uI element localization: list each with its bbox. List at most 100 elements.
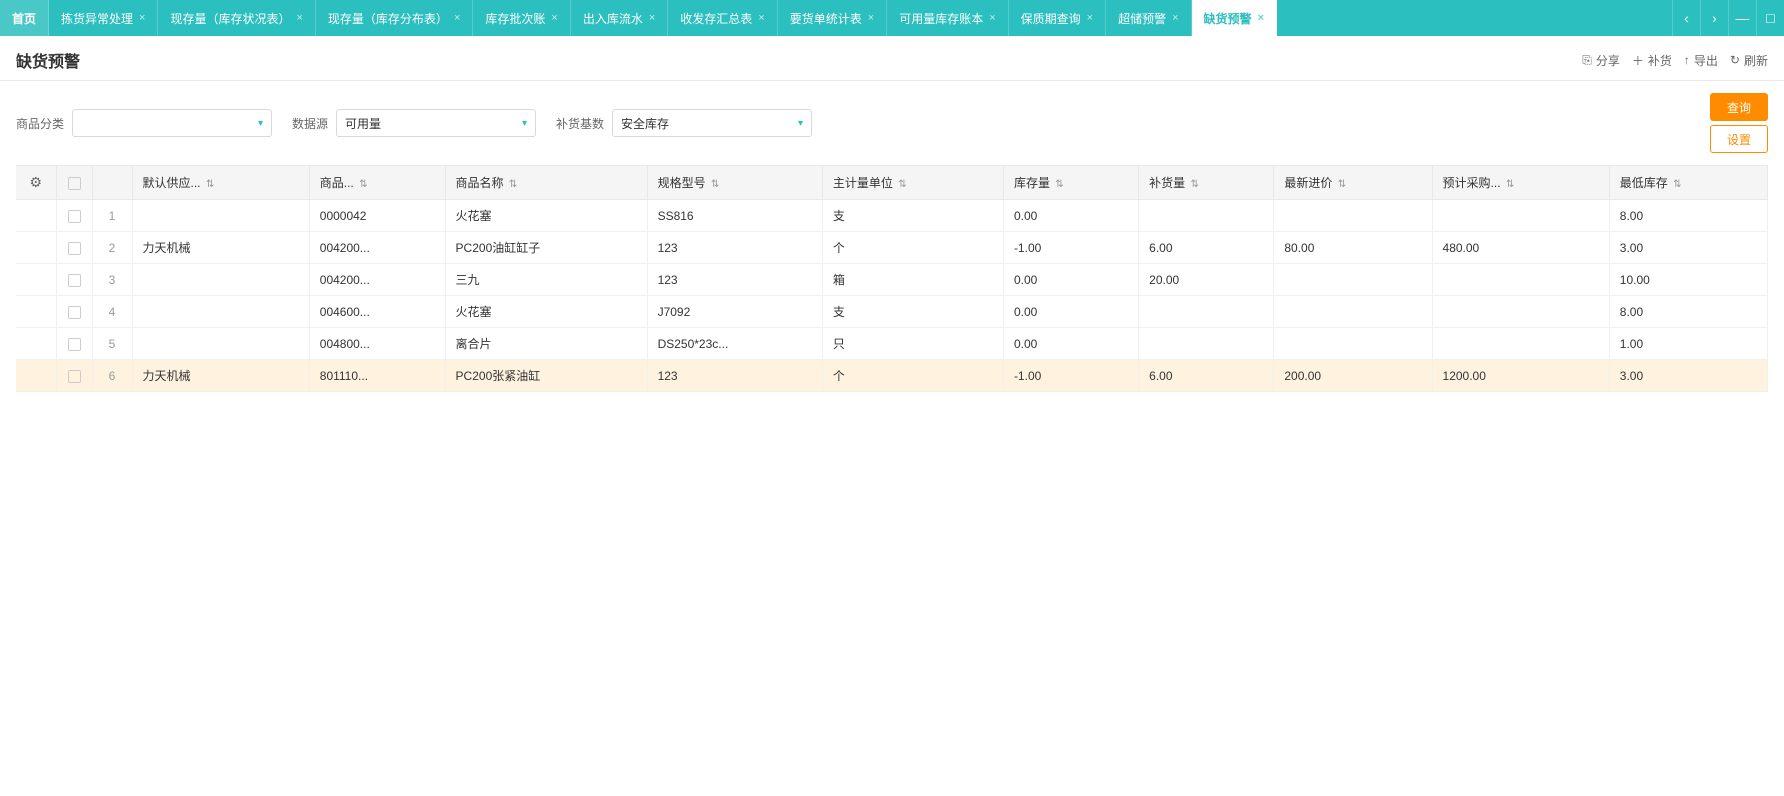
row-settings bbox=[16, 328, 56, 360]
col-header-supplier[interactable]: 默认供应... ⇅ bbox=[132, 166, 309, 200]
datasource-select[interactable]: 可用量 ▾ bbox=[336, 109, 536, 137]
row-stock: 0.00 bbox=[1003, 328, 1138, 360]
select-all-checkbox[interactable] bbox=[68, 177, 81, 190]
datasource-filter-group: 数据源 可用量 ▾ bbox=[292, 109, 536, 137]
row-checkbox[interactable] bbox=[56, 328, 92, 360]
tab-picking[interactable]: 拣货异常处理 × bbox=[49, 0, 158, 36]
row-latest-price bbox=[1274, 264, 1432, 296]
row-product-name: 离合片 bbox=[445, 328, 647, 360]
tab-next-button[interactable]: › bbox=[1700, 0, 1728, 36]
col-header-est-purchase[interactable]: 预计采购... ⇅ bbox=[1432, 166, 1609, 200]
export-button[interactable]: ↑ 导出 bbox=[1684, 52, 1718, 69]
close-tab-order-stats[interactable]: × bbox=[868, 12, 874, 24]
supplement-button[interactable]: ＋ 补货 bbox=[1632, 52, 1672, 69]
base-label: 补货基数 bbox=[556, 115, 604, 132]
table-row[interactable]: 2 力天机械 004200... PC200油缸缸子 123 个 -1.00 6… bbox=[16, 232, 1768, 264]
row-supplier bbox=[132, 200, 309, 232]
base-select[interactable]: 安全库存 ▾ bbox=[612, 109, 812, 137]
tab-available[interactable]: 可用量库存账本 × bbox=[887, 0, 1008, 36]
close-tab-inout[interactable]: × bbox=[649, 12, 655, 24]
table-row[interactable]: 6 力天机械 801110... PC200张紧油缸 123 个 -1.00 6… bbox=[16, 360, 1768, 392]
row-checkbox[interactable] bbox=[56, 360, 92, 392]
tab-home[interactable]: 首页 bbox=[0, 0, 49, 36]
settings-button[interactable]: 设置 bbox=[1710, 125, 1768, 153]
sort-est-icon: ⇅ bbox=[1506, 179, 1514, 190]
col-header-stock[interactable]: 库存量 ⇅ bbox=[1003, 166, 1138, 200]
col-header-product-name[interactable]: 商品名称 ⇅ bbox=[445, 166, 647, 200]
row-supplement: 6.00 bbox=[1139, 232, 1274, 264]
share-button[interactable]: ⎘ 分享 bbox=[1582, 52, 1620, 69]
datasource-value: 可用量 bbox=[345, 115, 381, 132]
row-est-purchase: 1200.00 bbox=[1432, 360, 1609, 392]
supplement-icon: ＋ bbox=[1632, 52, 1644, 69]
category-filter-group: 商品分类 ▾ bbox=[16, 109, 272, 137]
tab-overstock[interactable]: 超储预警 × bbox=[1106, 0, 1191, 36]
row-settings bbox=[16, 232, 56, 264]
tab-minimize-button[interactable]: — bbox=[1728, 0, 1756, 36]
row-unit: 个 bbox=[822, 360, 1003, 392]
row-product-code: 004600... bbox=[309, 296, 445, 328]
sort-price-icon: ⇅ bbox=[1338, 179, 1346, 190]
row-product-code: 004800... bbox=[309, 328, 445, 360]
row-min-stock: 10.00 bbox=[1609, 264, 1767, 296]
row-product-name: PC200张紧油缸 bbox=[445, 360, 647, 392]
row-spec: 123 bbox=[647, 232, 822, 264]
tab-expiry[interactable]: 保质期查询 × bbox=[1009, 0, 1106, 36]
row-min-stock: 1.00 bbox=[1609, 328, 1767, 360]
close-tab-inv-status[interactable]: × bbox=[296, 12, 302, 24]
col-header-min-stock[interactable]: 最低库存 ⇅ bbox=[1609, 166, 1767, 200]
tab-inventory-dist[interactable]: 现存量（库存分布表） × bbox=[316, 0, 473, 36]
col-header-unit[interactable]: 主计量单位 ⇅ bbox=[822, 166, 1003, 200]
close-tab-shortage[interactable]: × bbox=[1258, 12, 1264, 24]
close-tab-inv-dist[interactable]: × bbox=[454, 12, 460, 24]
table-row[interactable]: 4 004600... 火花塞 J7092 支 0.00 8.00 bbox=[16, 296, 1768, 328]
row-settings bbox=[16, 296, 56, 328]
col-header-spec[interactable]: 规格型号 ⇅ bbox=[647, 166, 822, 200]
query-button[interactable]: 查询 bbox=[1710, 93, 1768, 121]
tab-shortage[interactable]: 缺货预警 × bbox=[1192, 0, 1277, 36]
close-tab-expiry[interactable]: × bbox=[1087, 12, 1093, 24]
row-checkbox[interactable] bbox=[56, 296, 92, 328]
data-table: ⚙ 默认供应... ⇅ 商品... ⇅ 商品名称 bbox=[16, 165, 1768, 392]
table-row[interactable]: 3 004200... 三九 123 箱 0.00 20.00 10.00 bbox=[16, 264, 1768, 296]
table-row[interactable]: 1 0000042 火花塞 SS816 支 0.00 8.00 bbox=[16, 200, 1768, 232]
close-tab-available[interactable]: × bbox=[989, 12, 995, 24]
refresh-button[interactable]: ↻ 刷新 bbox=[1730, 52, 1768, 69]
row-spec: J7092 bbox=[647, 296, 822, 328]
col-header-checkbox bbox=[56, 166, 92, 200]
row-checkbox[interactable] bbox=[56, 232, 92, 264]
row-latest-price bbox=[1274, 200, 1432, 232]
row-supplement bbox=[1139, 200, 1274, 232]
close-tab-batch[interactable]: × bbox=[551, 12, 557, 24]
row-supplier bbox=[132, 296, 309, 328]
tab-maximize-button[interactable]: □ bbox=[1756, 0, 1784, 36]
row-unit: 支 bbox=[822, 296, 1003, 328]
close-tab-summary[interactable]: × bbox=[758, 12, 764, 24]
tab-batch[interactable]: 库存批次账 × bbox=[473, 0, 570, 36]
close-tab-overstock[interactable]: × bbox=[1172, 12, 1178, 24]
row-unit: 只 bbox=[822, 328, 1003, 360]
sort-code-icon: ⇅ bbox=[359, 179, 367, 190]
category-select[interactable]: ▾ bbox=[72, 109, 272, 137]
filter-actions: 查询 设置 bbox=[1710, 93, 1768, 153]
row-stock: 0.00 bbox=[1003, 296, 1138, 328]
tab-inventory-status[interactable]: 现存量（库存状况表） × bbox=[158, 0, 315, 36]
row-min-stock: 3.00 bbox=[1609, 232, 1767, 264]
row-checkbox[interactable] bbox=[56, 264, 92, 296]
row-settings bbox=[16, 264, 56, 296]
tab-inout[interactable]: 出入库流水 × bbox=[571, 0, 668, 36]
row-product-code: 801110... bbox=[309, 360, 445, 392]
sort-unit-icon: ⇅ bbox=[898, 179, 906, 190]
col-header-supplement[interactable]: 补货量 ⇅ bbox=[1139, 166, 1274, 200]
col-header-latest-price[interactable]: 最新进价 ⇅ bbox=[1274, 166, 1432, 200]
row-est-purchase: 480.00 bbox=[1432, 232, 1609, 264]
col-header-product-code[interactable]: 商品... ⇅ bbox=[309, 166, 445, 200]
tab-prev-button[interactable]: ‹ bbox=[1672, 0, 1700, 36]
table-row[interactable]: 5 004800... 离合片 DS250*23c... 只 0.00 1.00 bbox=[16, 328, 1768, 360]
gear-icon[interactable]: ⚙ bbox=[29, 174, 42, 190]
close-tab-picking[interactable]: × bbox=[139, 12, 145, 24]
tab-order-stats[interactable]: 要货单统计表 × bbox=[778, 0, 887, 36]
row-checkbox[interactable] bbox=[56, 200, 92, 232]
filter-bar: 商品分类 ▾ 数据源 可用量 ▾ 补货基数 安全库存 ▾ 查询 设置 bbox=[0, 81, 1784, 165]
tab-summary[interactable]: 收发存汇总表 × bbox=[668, 0, 777, 36]
